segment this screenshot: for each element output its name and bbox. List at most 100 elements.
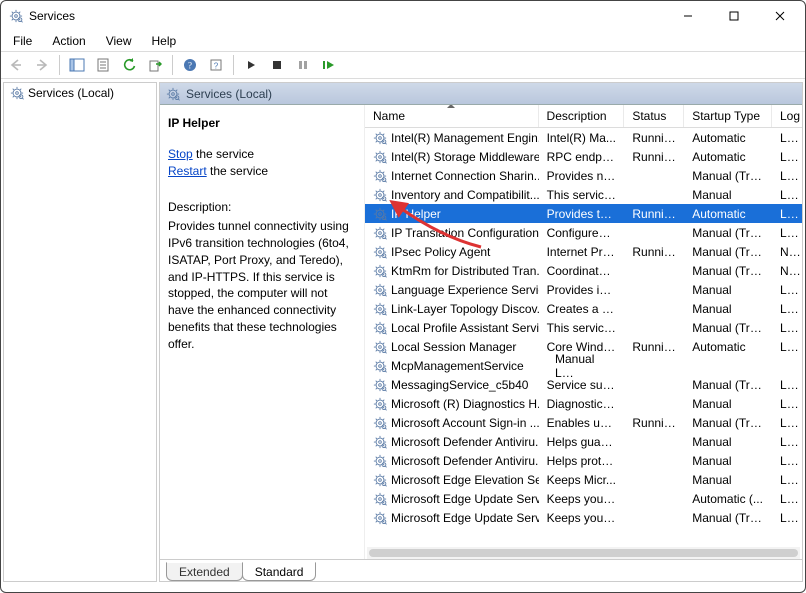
service-description: RPC endpoi...	[539, 150, 625, 164]
service-name: Microsoft Defender Antiviru...	[391, 435, 539, 449]
service-row[interactable]: Microsoft Defender Antiviru...Helps guar…	[365, 432, 802, 451]
tab-extended[interactable]: Extended	[166, 562, 243, 581]
service-row[interactable]: Intel(R) Management Engin...Intel(R) Ma.…	[365, 128, 802, 147]
service-name: Link-Layer Topology Discov...	[391, 302, 539, 316]
service-logon-as: Loc	[772, 226, 802, 240]
service-startup-type: Automatic	[684, 207, 772, 221]
service-logon-as: Loc	[772, 435, 802, 449]
refresh-button[interactable]	[118, 54, 140, 76]
back-button[interactable]	[5, 54, 27, 76]
service-icon	[373, 378, 387, 392]
column-name[interactable]: Name	[365, 105, 539, 127]
service-name: Language Experience Service	[391, 283, 539, 297]
service-icon	[373, 131, 387, 145]
service-name: McpManagementService	[391, 359, 524, 373]
horizontal-scrollbar[interactable]	[367, 547, 800, 559]
service-row[interactable]: Inventory and Compatibilit...This servic…	[365, 185, 802, 204]
service-icon	[373, 245, 387, 259]
service-row[interactable]: Microsoft Defender Antiviru...Helps prot…	[365, 451, 802, 470]
service-logon-as: Loc	[772, 131, 802, 145]
service-row[interactable]: Internet Connection Sharin...Provides ne…	[365, 166, 802, 185]
service-description: Provides tu...	[539, 207, 625, 221]
service-icon	[373, 416, 387, 430]
service-startup-type: Manual	[684, 454, 772, 468]
service-row[interactable]: McpManagementServiceManualLoc	[365, 356, 802, 375]
service-row[interactable]: Intel(R) Storage Middleware...RPC endpoi…	[365, 147, 802, 166]
restart-link[interactable]: Restart	[168, 164, 207, 178]
service-row[interactable]: MessagingService_c5b40Service sup...Manu…	[365, 375, 802, 394]
help-button[interactable]: ?	[179, 54, 201, 76]
service-name: Intel(R) Management Engin...	[391, 131, 539, 145]
show-hide-tree-button[interactable]	[66, 54, 88, 76]
service-row[interactable]: Microsoft Edge Update Serv...Keeps your …	[365, 508, 802, 527]
services-window: Services File Action View Help ? ?	[0, 0, 806, 593]
service-description: This service ...	[539, 188, 625, 202]
export-button[interactable]	[144, 54, 166, 76]
column-logon-as[interactable]: Log	[772, 105, 802, 127]
service-row[interactable]: Local Profile Assistant ServiceThis serv…	[365, 318, 802, 337]
service-icon	[373, 473, 387, 487]
service-logon-as: Net	[772, 264, 802, 278]
forward-button[interactable]	[31, 54, 53, 76]
service-name: KtmRm for Distributed Tran...	[391, 264, 539, 278]
minimize-button[interactable]	[665, 1, 711, 31]
service-row[interactable]: IP Translation Configuration...Configure…	[365, 223, 802, 242]
stop-link[interactable]: Stop	[168, 147, 193, 161]
properties-button[interactable]	[92, 54, 114, 76]
pane-body: IP Helper Stop the service Restart the s…	[160, 105, 802, 559]
service-startup-type: Manual (Trig...	[684, 226, 772, 240]
menu-action[interactable]: Action	[42, 32, 95, 50]
service-logon-as: Loc	[772, 397, 802, 411]
help-secondary-button[interactable]: ?	[205, 54, 227, 76]
service-row[interactable]: Language Experience ServiceProvides inf.…	[365, 280, 802, 299]
menu-file[interactable]: File	[3, 32, 42, 50]
service-name: IP Translation Configuration...	[391, 226, 539, 240]
service-description: Internet Pro...	[539, 245, 625, 259]
menubar: File Action View Help	[1, 31, 805, 51]
service-description: Keeps Micr...	[539, 473, 625, 487]
service-row[interactable]: Microsoft Edge Elevation Se...Keeps Micr…	[365, 470, 802, 489]
menu-help[interactable]: Help	[142, 32, 187, 50]
maximize-button[interactable]	[711, 1, 757, 31]
service-icon	[373, 150, 387, 164]
restart-suffix: the service	[207, 164, 268, 178]
restart-service-button[interactable]	[318, 54, 340, 76]
pane-header-title: Services (Local)	[186, 87, 272, 101]
column-description[interactable]: Description	[539, 105, 625, 127]
service-row[interactable]: KtmRm for Distributed Tran...Coordinates…	[365, 261, 802, 280]
scrollbar-thumb[interactable]	[369, 549, 798, 557]
service-name: Internet Connection Sharin...	[391, 169, 539, 183]
pause-service-button[interactable]	[292, 54, 314, 76]
service-row[interactable]: Microsoft Account Sign-in ...Enables use…	[365, 413, 802, 432]
service-startup-type: Manual (Trig...	[684, 169, 772, 183]
console-tree[interactable]: Services (Local)	[3, 82, 157, 582]
service-row[interactable]: Microsoft (R) Diagnostics H...Diagnostic…	[365, 394, 802, 413]
service-row[interactable]: Microsoft Edge Update Serv...Keeps your …	[365, 489, 802, 508]
stop-service-button[interactable]	[266, 54, 288, 76]
service-icon	[373, 435, 387, 449]
service-startup-type: Automatic (...	[684, 492, 772, 506]
titlebar: Services	[1, 1, 805, 31]
tree-root-services-local[interactable]: Services (Local)	[4, 83, 156, 103]
service-row[interactable]: IP HelperProvides tu...RunningAutomaticL…	[365, 204, 802, 223]
service-status: Running	[624, 207, 684, 221]
menu-view[interactable]: View	[96, 32, 142, 50]
close-button[interactable]	[757, 1, 803, 31]
tab-standard[interactable]: Standard	[242, 562, 317, 581]
service-description: Helps prote...	[539, 454, 625, 468]
start-service-button[interactable]	[240, 54, 262, 76]
service-startup-type: Manual (Trig...	[684, 378, 772, 392]
service-name: Microsoft Edge Elevation Se...	[391, 473, 539, 487]
service-name: Inventory and Compatibilit...	[391, 188, 539, 202]
column-startup-type[interactable]: Startup Type	[684, 105, 772, 127]
service-row[interactable]: IPsec Policy AgentInternet Pro...Running…	[365, 242, 802, 261]
service-icon	[373, 302, 387, 316]
service-startup-type: Manual	[684, 473, 772, 487]
service-name: Local Session Manager	[391, 340, 516, 354]
service-logon-as: Loc	[772, 283, 802, 297]
main-area: Services (Local) Services (Local) IP Hel…	[1, 79, 805, 584]
service-icon	[373, 321, 387, 335]
column-status[interactable]: Status	[624, 105, 684, 127]
service-row[interactable]: Link-Layer Topology Discov...Creates a N…	[365, 299, 802, 318]
view-tabs: Extended Standard	[160, 559, 802, 581]
